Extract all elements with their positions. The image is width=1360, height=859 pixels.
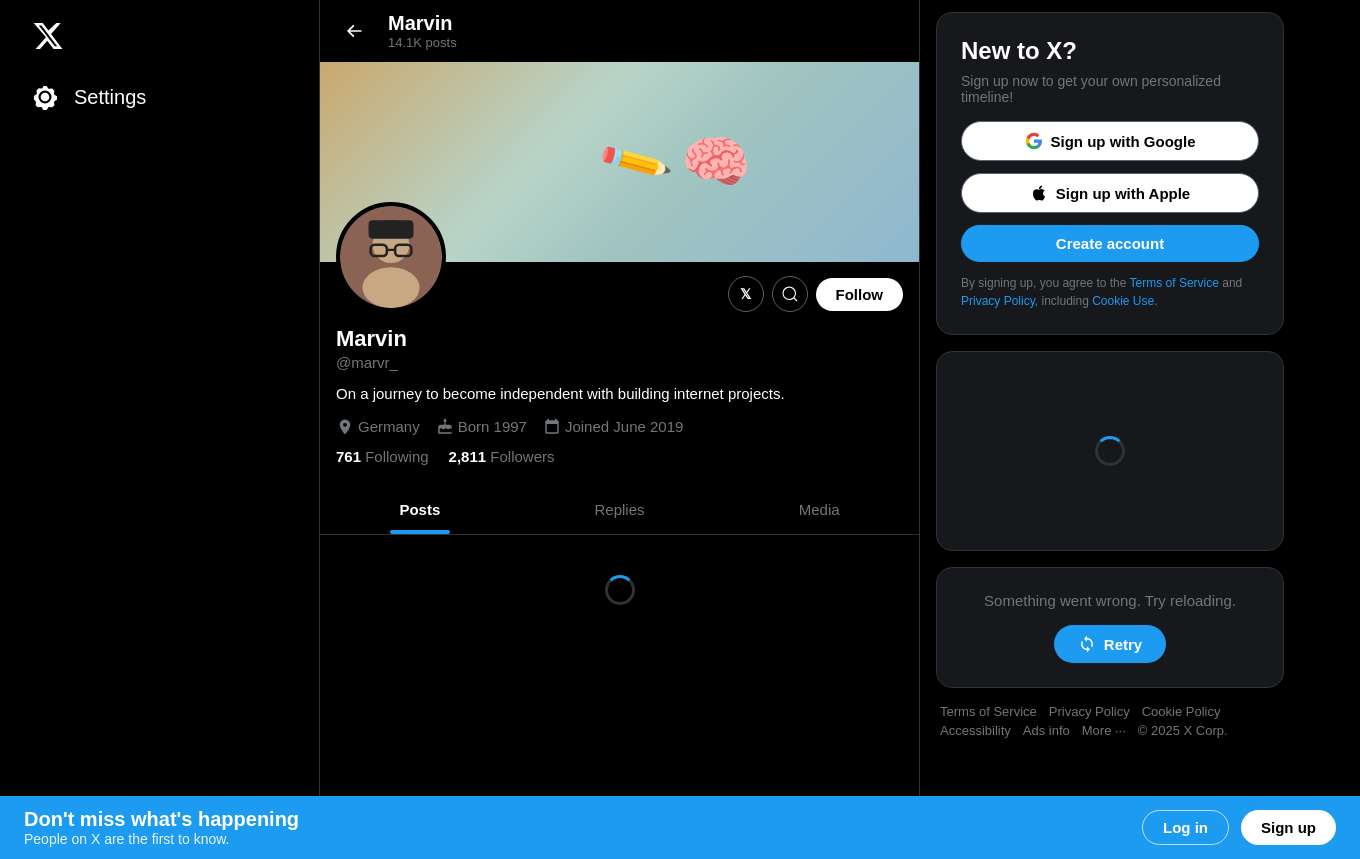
tab-posts[interactable]: Posts (320, 485, 520, 534)
signup-box: New to X? Sign up now to get your own pe… (936, 12, 1284, 335)
apple-icon (1030, 184, 1048, 202)
profile-location: Germany (336, 418, 420, 436)
bottom-signup-button[interactable]: Sign up (1241, 810, 1336, 845)
profile-header-posts: 14.1K posts (388, 35, 457, 50)
create-account-button[interactable]: Create account (961, 225, 1259, 262)
bottom-bar: Don't miss what's happening People on X … (0, 796, 1360, 859)
footer-more[interactable]: More ··· (1082, 723, 1126, 738)
footer-privacy[interactable]: Privacy Policy (1049, 704, 1130, 719)
search-button[interactable] (772, 276, 808, 312)
create-btn-label: Create account (1056, 235, 1164, 252)
right-sidebar-loading (936, 351, 1284, 551)
bottom-bar-subtitle: People on X are the first to know. (24, 831, 299, 847)
profile-bio: On a journey to become independent with … (336, 383, 903, 406)
tab-replies[interactable]: Replies (520, 485, 720, 534)
cookie-link[interactable]: Cookie Use (1092, 294, 1154, 308)
profile-meta: Germany Born 1997 Joined June 2019 (336, 418, 903, 436)
posts-loading (320, 535, 919, 645)
x-logo-icon (32, 20, 64, 52)
signup-title: New to X? (961, 37, 1259, 65)
follow-button[interactable]: Follow (816, 278, 904, 311)
born-text: Born 1997 (458, 418, 527, 435)
right-spinner (1095, 436, 1125, 466)
sidebar-item-label: Settings (74, 86, 146, 109)
sidebar-logo[interactable] (20, 12, 299, 64)
signup-legal: By signing up, you agree to the Terms of… (961, 274, 1259, 310)
right-sidebar: New to X? Sign up now to get your own pe… (920, 0, 1300, 859)
retry-icon (1078, 635, 1096, 653)
footer-links: Terms of Service Privacy Policy Cookie P… (936, 704, 1284, 738)
svg-point-2 (362, 267, 419, 308)
bottom-login-button[interactable]: Log in (1142, 810, 1229, 845)
footer-terms[interactable]: Terms of Service (940, 704, 1037, 719)
footer-ads[interactable]: Ads info (1023, 723, 1070, 738)
bottom-bar-actions: Log in Sign up (1142, 810, 1336, 845)
profile-born: Born 1997 (436, 418, 527, 436)
avatar (336, 202, 446, 312)
sidebar: Settings (0, 0, 320, 859)
signup-google-button[interactable]: Sign up with Google (961, 121, 1259, 161)
profile-joined: Joined June 2019 (543, 418, 683, 436)
profile-tabs: Posts Replies Media (320, 485, 919, 535)
location-text: Germany (358, 418, 420, 435)
profile-display-name: Marvin (336, 326, 903, 352)
terms-link[interactable]: Terms of Service (1130, 276, 1219, 290)
avatar-wrap (336, 202, 446, 312)
gear-icon (32, 84, 58, 110)
google-icon (1025, 132, 1043, 150)
retry-button[interactable]: Retry (1054, 625, 1166, 663)
retry-label: Retry (1104, 636, 1142, 653)
back-button[interactable] (336, 13, 372, 49)
main-layout: Settings Marvin 14.1K posts ✏️ 🧠 (0, 0, 1360, 859)
google-btn-label: Sign up with Google (1051, 133, 1196, 150)
tab-media[interactable]: Media (719, 485, 919, 534)
profile-header-name: Marvin (388, 12, 457, 35)
error-box: Something went wrong. Try reloading. Ret… (936, 567, 1284, 688)
bottom-bar-title: Don't miss what's happening (24, 808, 299, 831)
profile-handle: @marvr_ (336, 354, 903, 371)
apple-btn-label: Sign up with Apple (1056, 185, 1190, 202)
bottom-bar-text: Don't miss what's happening People on X … (24, 808, 299, 847)
avatar-image (340, 206, 442, 308)
avatar-inner (340, 206, 442, 308)
followers-label: Followers (490, 448, 554, 465)
privacy-link[interactable]: Privacy Policy (961, 294, 1035, 308)
xpro-button[interactable]: 𝕏 (728, 276, 764, 312)
profile-header-text: Marvin 14.1K posts (388, 12, 457, 50)
profile-stats: 761 Following 2,811 Followers (336, 448, 903, 465)
calendar-icon (543, 418, 561, 436)
cake-icon (436, 418, 454, 436)
following-label: Following (365, 448, 428, 465)
footer-accessibility[interactable]: Accessibility (940, 723, 1011, 738)
followers-count: 2,811 (449, 448, 487, 465)
joined-text: Joined June 2019 (565, 418, 683, 435)
signup-subtitle: Sign up now to get your own personalized… (961, 73, 1259, 105)
profile-info-section: 𝕏 Follow Marvin @marvr_ On a journey to … (320, 262, 919, 485)
loading-spinner (605, 575, 635, 605)
footer-copyright: © 2025 X Corp. (1138, 723, 1228, 738)
footer-cookie[interactable]: Cookie Policy (1142, 704, 1221, 719)
error-message: Something went wrong. Try reloading. (984, 592, 1236, 609)
sidebar-item-settings[interactable]: Settings (20, 72, 299, 122)
following-stat[interactable]: 761 Following (336, 448, 429, 465)
signup-apple-button[interactable]: Sign up with Apple (961, 173, 1259, 213)
location-icon (336, 418, 354, 436)
svg-rect-4 (369, 220, 414, 238)
followers-stat[interactable]: 2,811 Followers (449, 448, 555, 465)
middle-column: Marvin 14.1K posts ✏️ 🧠 (320, 0, 920, 859)
banner-decoration: ✏️ 🧠 (605, 129, 751, 195)
profile-header: Marvin 14.1K posts (320, 0, 919, 62)
following-count: 761 (336, 448, 361, 465)
